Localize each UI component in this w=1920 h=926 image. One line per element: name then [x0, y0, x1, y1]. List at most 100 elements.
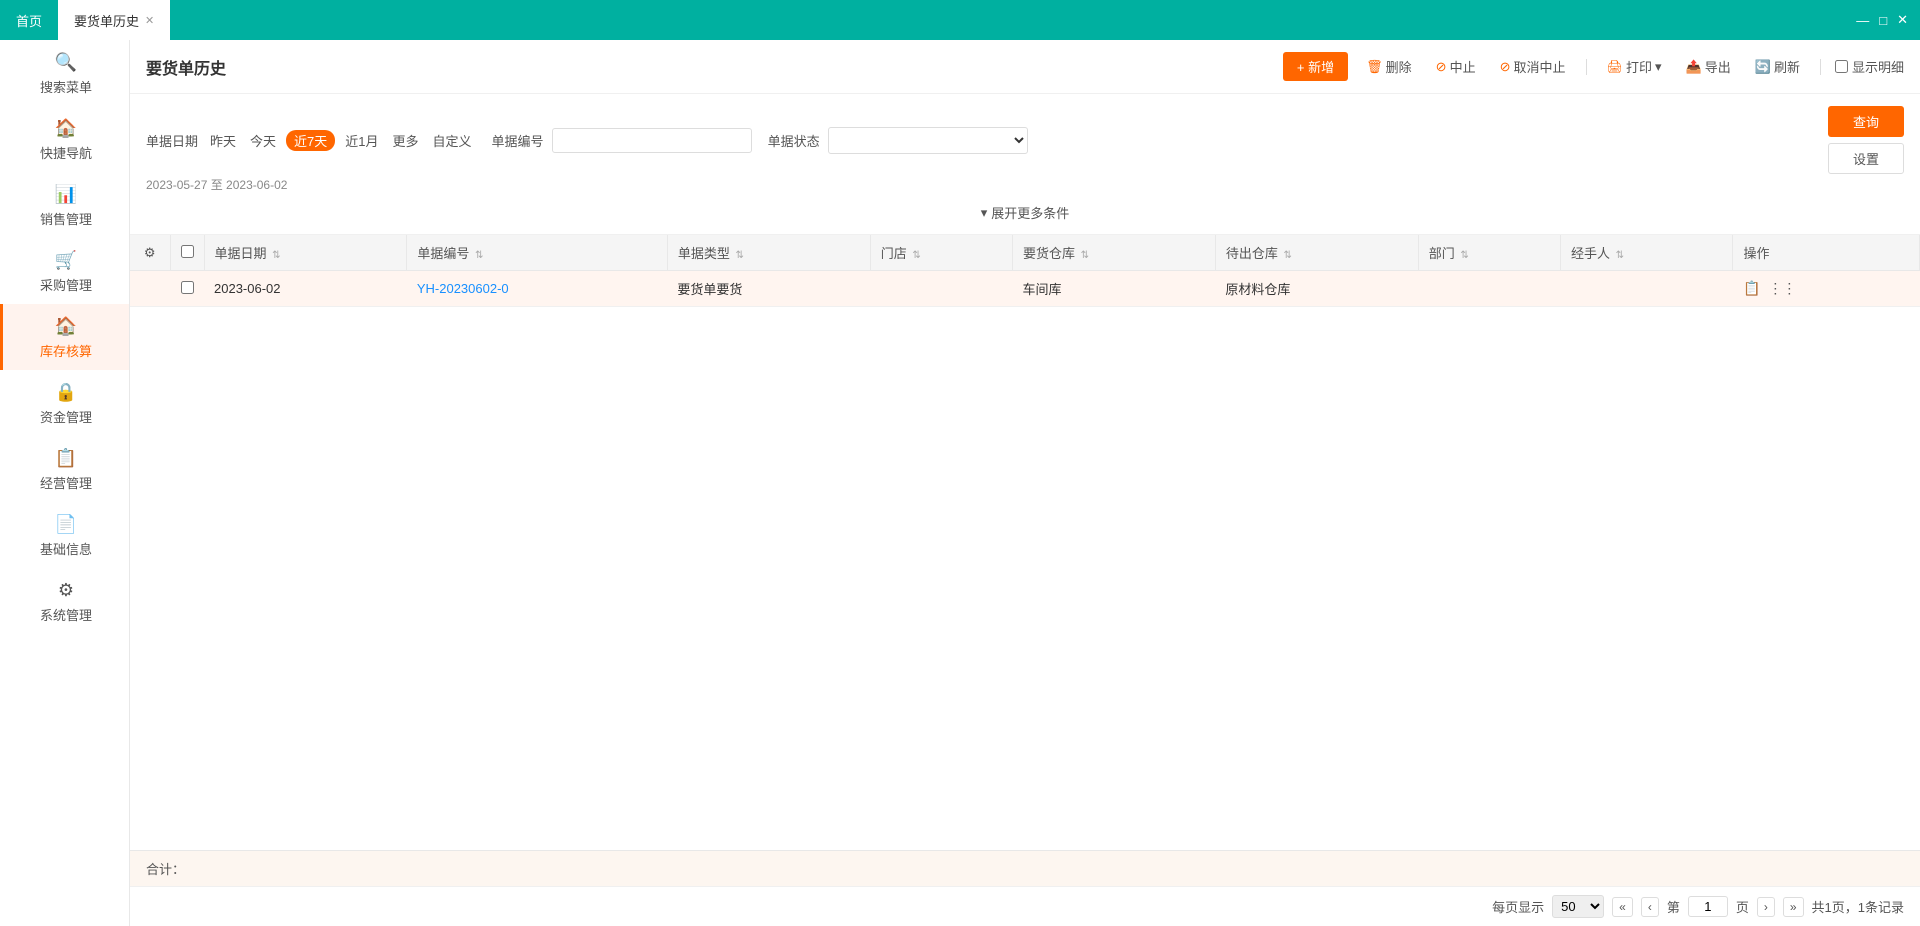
- sidebar-item-quick-nav[interactable]: 🏠 快捷导航: [0, 106, 129, 172]
- sidebar-item-quick-nav-label: 快捷导航: [40, 143, 92, 162]
- table-header: ⚙ 单据日期 ⇅ 单据编号 ⇅ 单据类型: [130, 235, 1920, 271]
- row-pending-warehouse: 原材料仓库: [1215, 271, 1418, 307]
- display-detail-label: 显示明细: [1852, 57, 1904, 76]
- data-table: ⚙ 单据日期 ⇅ 单据编号 ⇅ 单据类型: [130, 235, 1920, 307]
- doc-no-link[interactable]: YH-20230602-0: [417, 281, 509, 296]
- row-doc-type: 要货单要货: [667, 271, 870, 307]
- sidebar-item-finance-mgmt-label: 资金管理: [40, 407, 92, 426]
- search-menu-icon: 🔍: [55, 52, 77, 73]
- row-more-icon[interactable]: ⋮⋮: [1768, 280, 1796, 297]
- minimize-btn[interactable]: —: [1856, 13, 1869, 28]
- col-doc-date[interactable]: 单据日期 ⇅: [204, 235, 407, 271]
- expand-down-icon: ▾: [981, 205, 988, 221]
- row-department: [1418, 271, 1560, 307]
- shortcut-7days[interactable]: 近7天: [286, 130, 335, 151]
- doc-status-label: 单据状态: [768, 131, 820, 150]
- date-range-text: 2023-05-27 至 2023-06-02: [146, 176, 287, 193]
- refresh-button[interactable]: 🔄 刷新: [1749, 53, 1806, 80]
- sidebar-item-basic-info[interactable]: 📄 基础信息: [0, 502, 129, 568]
- shortcut-1month[interactable]: 近1月: [341, 130, 382, 151]
- sort-store-icon: ⇅: [912, 250, 920, 261]
- display-detail-toggle[interactable]: 显示明细: [1835, 57, 1904, 76]
- page-size-select[interactable]: 50 10 20 100: [1552, 895, 1604, 918]
- row-doc-no[interactable]: YH-20230602-0: [407, 271, 668, 307]
- row-checkbox[interactable]: [181, 281, 194, 294]
- tab-close-icon[interactable]: ✕: [145, 14, 154, 27]
- refresh-button-label: 刷新: [1774, 57, 1800, 76]
- col-doc-no[interactable]: 单据编号 ⇅: [407, 235, 668, 271]
- expand-more-label: 展开更多条件: [991, 203, 1069, 222]
- print-button[interactable]: 🖨 打印 ▾: [1601, 53, 1668, 80]
- query-button[interactable]: 查询: [1828, 106, 1904, 137]
- col-handler[interactable]: 经手人 ⇅: [1560, 235, 1733, 271]
- toolbar: + 新增 🗑 删除 ⊘ 中止 ⊘ 取消中止 🖨 打印: [1283, 52, 1904, 81]
- col-req-warehouse[interactable]: 要货仓库 ⇅: [1013, 235, 1216, 271]
- shortcut-yesterday[interactable]: 昨天: [206, 130, 240, 151]
- table-footer: 合计：: [130, 850, 1920, 886]
- pagination-bar: 每页显示 50 10 20 100 « ‹ 第 页 › » 共1页，1条记录: [130, 886, 1920, 926]
- sort-req-warehouse-icon: ⇅: [1081, 250, 1089, 261]
- delete-button-label: 删除: [1386, 57, 1412, 76]
- tab-home-label: 首页: [16, 11, 42, 30]
- add-button[interactable]: + 新增: [1283, 52, 1348, 81]
- ops-mgmt-icon: 📋: [55, 448, 77, 469]
- col-doc-type[interactable]: 单据类型 ⇅: [667, 235, 870, 271]
- col-checkbox: [170, 235, 204, 271]
- doc-no-input[interactable]: [552, 128, 752, 153]
- sort-department-icon: ⇅: [1460, 250, 1468, 261]
- divider-2: [1820, 59, 1821, 75]
- settings-button[interactable]: 设置: [1828, 143, 1904, 174]
- tab-requisition-history[interactable]: 要货单历史 ✕: [58, 0, 170, 40]
- expand-more-btn[interactable]: ▾ 展开更多条件: [146, 199, 1904, 226]
- col-department[interactable]: 部门 ⇅: [1418, 235, 1560, 271]
- export-button[interactable]: 📤 导出: [1680, 53, 1737, 80]
- sidebar-item-sales-mgmt[interactable]: 📊 销售管理: [0, 172, 129, 238]
- page-input[interactable]: [1688, 896, 1728, 917]
- tab-home[interactable]: 首页: [0, 0, 58, 40]
- print-icon: 🖨: [1607, 59, 1624, 75]
- sidebar-item-ops-mgmt-label: 经营管理: [40, 473, 92, 492]
- row-handler: [1560, 271, 1733, 307]
- shortcut-custom[interactable]: 自定义: [429, 130, 476, 151]
- row-checkbox-cell: [170, 271, 204, 307]
- export-button-label: 导出: [1705, 57, 1731, 76]
- sales-mgmt-icon: 📊: [55, 184, 77, 205]
- cancel-stop-button[interactable]: ⊘ 取消中止: [1494, 53, 1572, 80]
- print-dropdown-icon[interactable]: ▾: [1655, 59, 1662, 75]
- shortcut-more[interactable]: 更多: [389, 130, 423, 151]
- page-size-label: 每页显示: [1492, 897, 1544, 916]
- col-store[interactable]: 门店 ⇅: [870, 235, 1012, 271]
- first-page-btn[interactable]: «: [1612, 897, 1633, 917]
- sidebar-item-sys-mgmt[interactable]: ⚙ 系统管理: [0, 568, 129, 634]
- quick-nav-icon: 🏠: [55, 118, 77, 139]
- tab-bar: 首页 要货单历史 ✕: [0, 0, 170, 40]
- stop-button[interactable]: ⊘ 中止: [1430, 53, 1482, 80]
- shortcut-today[interactable]: 今天: [246, 130, 280, 151]
- last-page-btn[interactable]: »: [1783, 897, 1804, 917]
- row-edit-icon[interactable]: 📋: [1743, 280, 1760, 297]
- add-button-label: + 新增: [1297, 57, 1334, 76]
- close-btn[interactable]: ✕: [1897, 12, 1908, 28]
- col-settings[interactable]: ⚙: [130, 235, 170, 271]
- total-info: 共1页，1条记录: [1812, 897, 1904, 916]
- sidebar-item-inventory-calc[interactable]: 🏠 库存核算: [0, 304, 129, 370]
- col-pending-warehouse[interactable]: 待出仓库 ⇅: [1215, 235, 1418, 271]
- basic-info-icon: 📄: [55, 514, 77, 535]
- op-icons: 📋 ⋮⋮: [1743, 280, 1910, 297]
- prev-page-btn[interactable]: ‹: [1641, 897, 1659, 917]
- finance-mgmt-icon: 🔒: [55, 382, 77, 403]
- sidebar-item-purchase-mgmt[interactable]: 🛒 采购管理: [0, 238, 129, 304]
- display-detail-checkbox[interactable]: [1835, 60, 1848, 73]
- doc-no-filter: 单据编号: [492, 128, 752, 153]
- footer-total-label: 合计：: [146, 859, 185, 878]
- sidebar-item-ops-mgmt[interactable]: 📋 经营管理: [0, 436, 129, 502]
- doc-status-select[interactable]: [828, 127, 1028, 154]
- delete-button[interactable]: 🗑 删除: [1360, 53, 1418, 80]
- sidebar-item-finance-mgmt[interactable]: 🔒 资金管理: [0, 370, 129, 436]
- sidebar-item-search-menu[interactable]: 🔍 搜索菜单: [0, 40, 129, 106]
- maximize-btn[interactable]: □: [1879, 13, 1887, 28]
- purchase-mgmt-icon: 🛒: [55, 250, 77, 271]
- next-page-btn[interactable]: ›: [1757, 897, 1775, 917]
- select-all-checkbox[interactable]: [181, 245, 194, 258]
- page-title: 要货单历史: [146, 55, 1283, 79]
